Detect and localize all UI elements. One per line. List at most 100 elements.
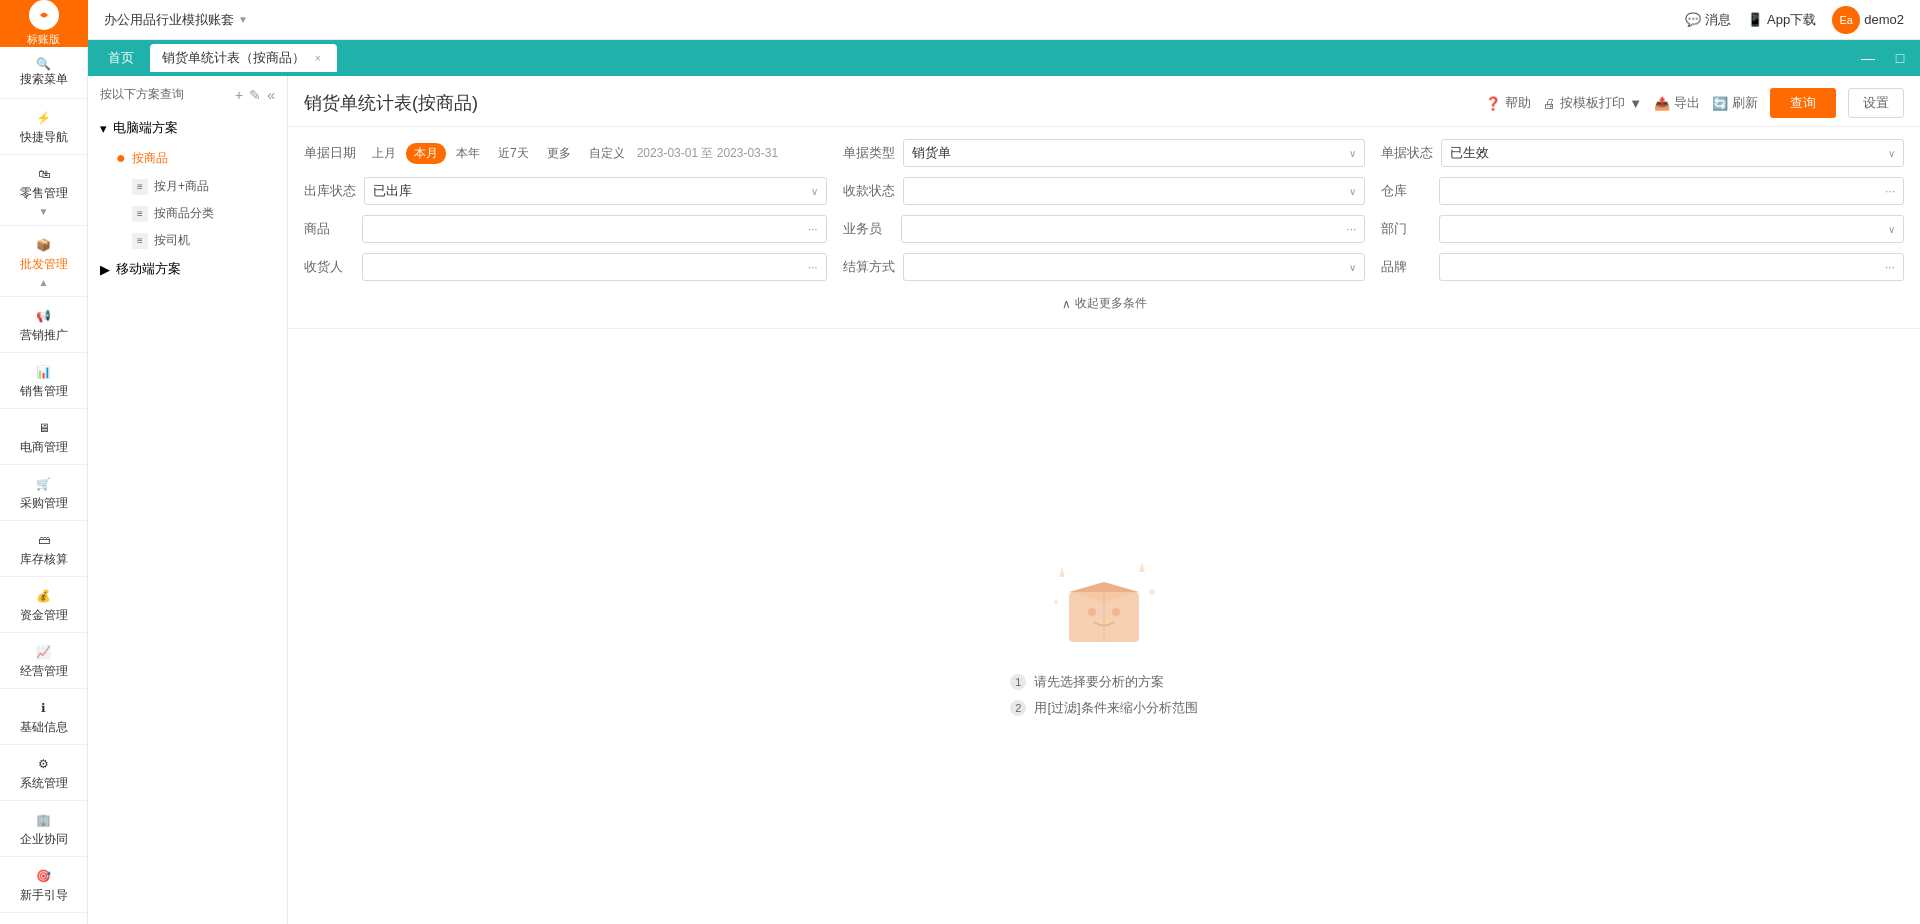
date-tab-lastmonth[interactable]: 上月 bbox=[364, 143, 404, 164]
logo-icon bbox=[29, 0, 59, 30]
status-control[interactable]: 已生效 ∨ bbox=[1441, 139, 1904, 167]
staff-control[interactable]: ··· bbox=[901, 215, 1366, 243]
sidebar-nav-ecommerce[interactable]: 🖥 电商管理 bbox=[0, 409, 87, 465]
top-header-left: 办公用品行业模拟账套 ▼ bbox=[104, 11, 248, 29]
refresh-btn[interactable]: 🔄 刷新 bbox=[1712, 94, 1758, 112]
tab-close-btn[interactable]: × bbox=[311, 51, 325, 65]
sidebar-nav-marketing[interactable]: 📢 营销推广 bbox=[0, 297, 87, 353]
industry-select[interactable]: 办公用品行业模拟账套 ▼ bbox=[104, 11, 248, 29]
warehouse-control[interactable]: ··· bbox=[1439, 177, 1904, 205]
retail-icon: 🛍 bbox=[38, 167, 50, 181]
ecommerce-icon: 🖥 bbox=[38, 421, 50, 435]
sidebar-nav-retail[interactable]: 🛍 零售管理 ▼ bbox=[0, 155, 87, 226]
settings-button[interactable]: 设置 bbox=[1848, 88, 1904, 118]
sidebar-logo[interactable]: 标账版 bbox=[0, 0, 88, 47]
sidebar-nav-basic[interactable]: ℹ 基础信息 bbox=[0, 689, 87, 745]
type-control[interactable]: 销货单 ∨ bbox=[903, 139, 1366, 167]
sidebar-nav-wholesale[interactable]: 📦 批发管理 ▲ bbox=[0, 226, 87, 297]
dept-control[interactable]: ∨ bbox=[1439, 215, 1904, 243]
svg-point-4 bbox=[1112, 608, 1120, 616]
tab-home[interactable]: 首页 bbox=[96, 44, 146, 72]
tree-item-by-category[interactable]: ≡ 按商品分类 bbox=[120, 200, 287, 227]
tip-2-text: 用[过滤]条件来缩小分析范围 bbox=[1034, 699, 1197, 717]
tree-pc-group[interactable]: ▾ 电脑端方案 bbox=[88, 113, 287, 143]
goods-control[interactable]: ··· bbox=[362, 215, 827, 243]
sidebar-nav-inventory[interactable]: 🗃 库存核算 bbox=[0, 521, 87, 577]
sidebar-nav-finance[interactable]: 💰 资金管理 bbox=[0, 577, 87, 633]
panel-add-btn[interactable]: + bbox=[235, 87, 243, 103]
sidebar-nav-operations[interactable]: 📈 经营管理 bbox=[0, 633, 87, 689]
page-title: 销货单统计表(按商品) bbox=[304, 91, 478, 115]
newbie-label: 新手引导 bbox=[20, 887, 68, 904]
receipt-label: 收款状态 bbox=[843, 182, 895, 200]
staff-dots: ··· bbox=[1346, 222, 1356, 236]
tree-mobile-group[interactable]: ▶ 移动端方案 bbox=[88, 254, 287, 284]
empty-state: 1 请先选择要分析的方案 2 用[过滤]条件来缩小分析范围 bbox=[288, 329, 1920, 924]
finance-icon: 💰 bbox=[36, 589, 51, 603]
date-tab-7days[interactable]: 近7天 bbox=[490, 143, 537, 164]
query-button[interactable]: 查询 bbox=[1770, 88, 1836, 118]
sidebar-nav-system[interactable]: ⚙ 系统管理 bbox=[0, 745, 87, 801]
filter-row-4: 收货人 ··· 结算方式 ∨ 品牌 bbox=[304, 253, 1904, 281]
date-tab-more[interactable]: 更多 bbox=[539, 143, 579, 164]
message-icon: 💬 bbox=[1685, 12, 1701, 27]
receipt-control[interactable]: ∨ bbox=[903, 177, 1366, 205]
sidebar-nav-newbie[interactable]: 🎯 新手引导 bbox=[0, 857, 87, 913]
tree-item-by-goods[interactable]: ● 按商品 bbox=[104, 143, 287, 173]
retail-label: 零售管理 bbox=[20, 185, 68, 202]
panel-collapse-btn[interactable]: « bbox=[267, 87, 275, 103]
panel-edit-btn[interactable]: ✎ bbox=[249, 87, 261, 103]
collapse-button[interactable]: ∧ 收起更多条件 bbox=[1062, 295, 1147, 312]
sidebar-nav-appstore[interactable]: 📱 应用中心 bbox=[0, 913, 87, 924]
print-icon: 🖨 bbox=[1543, 96, 1556, 111]
wholesale-label: 批发管理 bbox=[20, 256, 68, 273]
template-print-btn[interactable]: 🖨 按模板打印 ▼ bbox=[1543, 94, 1642, 112]
empty-tip-1: 1 请先选择要分析的方案 bbox=[1010, 673, 1197, 691]
month-goods-icon: ≡ bbox=[132, 179, 148, 195]
date-tab-thismonth[interactable]: 本月 bbox=[406, 143, 446, 164]
top-header-right: 💬 消息 📱 App下载 Ea demo2 bbox=[1685, 6, 1904, 34]
system-label: 系统管理 bbox=[20, 775, 68, 792]
help-btn[interactable]: ❓ 帮助 bbox=[1485, 94, 1531, 112]
sidebar-nav-quicknav[interactable]: ⚡ 快捷导航 bbox=[0, 99, 87, 155]
export-btn[interactable]: 📤 导出 bbox=[1654, 94, 1700, 112]
payment-control[interactable]: ∨ bbox=[903, 253, 1366, 281]
operations-icon: 📈 bbox=[36, 645, 51, 659]
date-tab-custom[interactable]: 自定义 bbox=[581, 143, 633, 164]
receiver-control[interactable]: ··· bbox=[362, 253, 827, 281]
inventory-label: 库存核算 bbox=[20, 551, 68, 568]
sidebar-nav-sales[interactable]: 📊 销售管理 bbox=[0, 353, 87, 409]
page-actions: ❓ 帮助 🖨 按模板打印 ▼ 📤 导出 🔄 刷新 bbox=[1485, 88, 1904, 118]
enterprise-icon: 🏢 bbox=[36, 813, 51, 827]
industry-name: 办公用品行业模拟账套 bbox=[104, 11, 234, 29]
goods-label: 商品 bbox=[304, 220, 354, 238]
operations-label: 经营管理 bbox=[20, 663, 68, 680]
tree-item-by-month-goods[interactable]: ≡ 按月+商品 bbox=[120, 173, 287, 200]
ecommerce-label: 电商管理 bbox=[20, 439, 68, 456]
message-action[interactable]: 💬 消息 bbox=[1685, 11, 1731, 29]
enterprise-label: 企业协同 bbox=[20, 831, 68, 848]
purchase-icon: 🛒 bbox=[36, 477, 51, 491]
message-label: 消息 bbox=[1705, 11, 1731, 29]
brand-control[interactable]: ··· bbox=[1439, 253, 1904, 281]
staff-label: 业务员 bbox=[843, 220, 893, 238]
mobile-group-label: 移动端方案 bbox=[116, 260, 181, 278]
tab-minimize-btn[interactable]: — bbox=[1856, 46, 1880, 70]
sidebar-search[interactable]: 🔍 搜索菜单 bbox=[0, 47, 87, 99]
date-tabs: 上月 本月 本年 近7天 更多 自定义 bbox=[364, 143, 633, 164]
finance-label: 资金管理 bbox=[20, 607, 68, 624]
logo-text: 标账版 bbox=[27, 32, 60, 47]
svg-point-5 bbox=[1149, 589, 1155, 595]
tab-sales-report[interactable]: 销货单统计表（按商品） × bbox=[150, 44, 337, 72]
type-label: 单据类型 bbox=[843, 144, 895, 162]
tree-item-by-driver[interactable]: ≡ 按司机 bbox=[120, 227, 287, 254]
app-download-action[interactable]: 📱 App下载 bbox=[1747, 11, 1816, 29]
marketing-label: 营销推广 bbox=[20, 327, 68, 344]
date-tab-thisyear[interactable]: 本年 bbox=[448, 143, 488, 164]
sidebar-nav-purchase[interactable]: 🛒 采购管理 bbox=[0, 465, 87, 521]
stock-control[interactable]: 已出库 ∨ bbox=[364, 177, 827, 205]
search-label: 搜索菜单 bbox=[0, 71, 87, 88]
user-action[interactable]: Ea demo2 bbox=[1832, 6, 1904, 34]
sidebar-nav-enterprise[interactable]: 🏢 企业协同 bbox=[0, 801, 87, 857]
tab-maximize-btn[interactable]: □ bbox=[1888, 46, 1912, 70]
